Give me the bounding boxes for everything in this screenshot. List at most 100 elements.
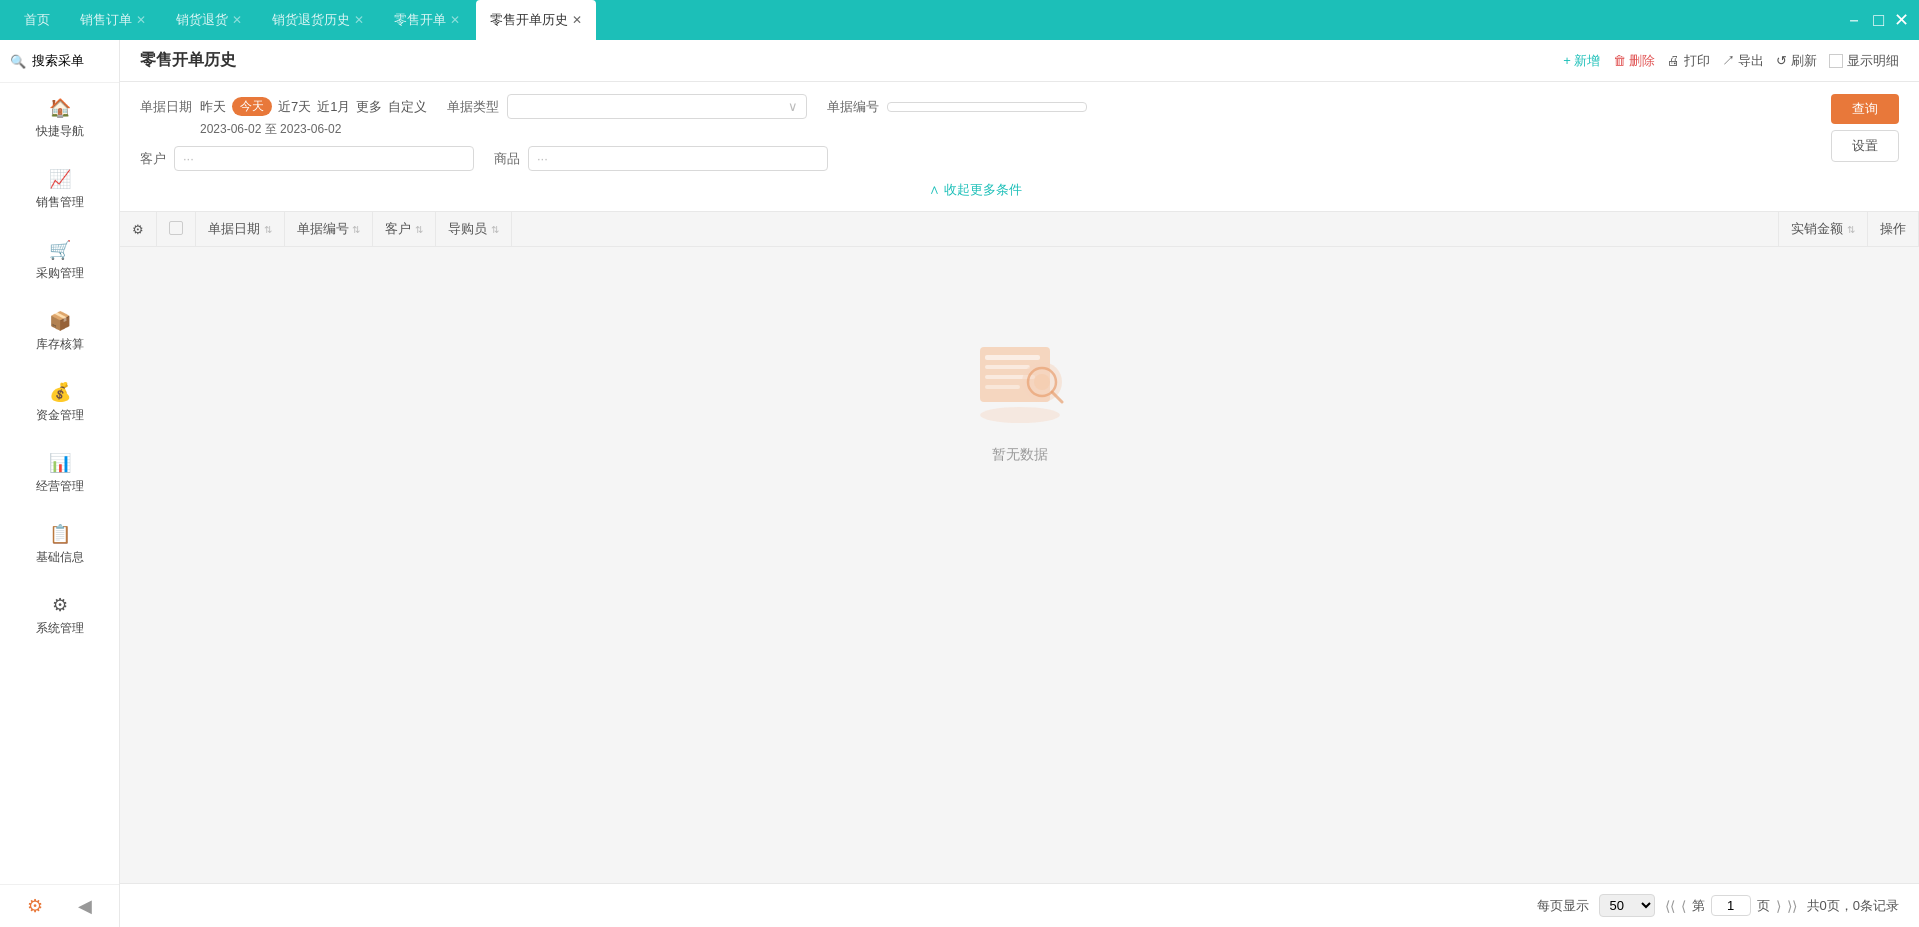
empty-illustration xyxy=(960,327,1080,430)
tab-sales-return-history-label: 销货退货历史 xyxy=(272,11,350,29)
date-opt-today[interactable]: 今天 xyxy=(232,97,272,116)
th-salesperson-label: 导购员 xyxy=(448,221,487,236)
tab-retail-open-close[interactable]: ✕ xyxy=(450,13,460,27)
th-date[interactable]: 单据日期 ⇅ xyxy=(196,212,285,247)
close-window-button[interactable]: ✕ xyxy=(1894,9,1909,31)
th-amount[interactable]: 实销金额 ⇅ xyxy=(1779,212,1868,247)
page-word: 第 xyxy=(1692,897,1705,915)
th-customer[interactable]: 客户 ⇅ xyxy=(373,212,436,247)
svg-rect-3 xyxy=(985,365,1030,369)
sidebar-item-purchase-label: 采购管理 xyxy=(36,265,84,282)
sidebar-search-label: 搜索采单 xyxy=(32,52,84,70)
date-opt-1month[interactable]: 近1月 xyxy=(317,98,350,116)
sidebar-item-purchase-mgmt[interactable]: 🛒 采购管理 xyxy=(0,225,119,296)
tab-sales-return-history[interactable]: 销货退货历史 ✕ xyxy=(258,0,378,40)
tab-retail-open[interactable]: 零售开单 ✕ xyxy=(380,0,474,40)
first-page-button[interactable]: ⟨⟨ xyxy=(1665,898,1675,914)
sidebar-item-operations[interactable]: 📊 经营管理 xyxy=(0,438,119,509)
system-icon: ⚙ xyxy=(52,594,68,616)
sidebar-item-finance[interactable]: 💰 资金管理 xyxy=(0,367,119,438)
th-checkbox[interactable] xyxy=(157,212,196,247)
page-header: 零售开单历史 + 新增 🗑 删除 🖨 打印 ↗ 导出 ↺ 刷新 显示明细 xyxy=(120,40,1919,82)
display-button[interactable]: 显示明细 xyxy=(1829,52,1899,70)
th-order-no-label: 单据编号 xyxy=(297,221,349,236)
header-actions: + 新增 🗑 删除 🖨 打印 ↗ 导出 ↺ 刷新 显示明细 xyxy=(1563,52,1899,70)
tab-retail-history-close[interactable]: ✕ xyxy=(572,13,582,27)
tab-sales-order[interactable]: 销售订单 ✕ xyxy=(66,0,160,40)
filter-actions: 查询 设置 xyxy=(1831,94,1899,162)
sidebar-item-system[interactable]: ⚙ 系统管理 xyxy=(0,580,119,651)
table-scroll-area[interactable]: ⚙ 单据日期 ⇅ 单据编号 ⇅ 客户 xyxy=(120,212,1919,883)
tab-retail-history[interactable]: 零售开单历史 ✕ xyxy=(476,0,596,40)
inventory-icon: 📦 xyxy=(49,310,71,332)
date-opt-more[interactable]: 更多 xyxy=(356,98,382,116)
svg-rect-2 xyxy=(985,355,1040,360)
display-checkbox[interactable] xyxy=(1829,54,1843,68)
date-range-display: 2023-06-02 至 2023-06-02 xyxy=(200,122,341,136)
sidebar-bottom: ⚙ ◀ xyxy=(0,884,119,927)
filter-row-1: 单据日期 昨天 今天 近7天 近1月 更多 自定义 单据类型 xyxy=(140,94,1811,119)
tab-retail-open-label: 零售开单 xyxy=(394,11,446,29)
goods-label: 商品 xyxy=(494,150,520,168)
finance-icon: 💰 xyxy=(49,381,71,403)
tab-sales-return[interactable]: 销货退货 ✕ xyxy=(162,0,256,40)
settings-icon[interactable]: ⚙ xyxy=(27,895,43,917)
date-opt-yesterday[interactable]: 昨天 xyxy=(200,98,226,116)
type-select[interactable]: ∨ xyxy=(507,94,807,119)
set-button[interactable]: 设置 xyxy=(1831,130,1899,162)
tab-list: 首页 销售订单 ✕ 销货退货 ✕ 销货退货历史 ✕ 零售开单 ✕ 零售开单历史 … xyxy=(10,0,1845,40)
home-icon: 🏠 xyxy=(49,97,71,119)
page-label-word: 页 xyxy=(1757,897,1770,915)
tab-retail-history-label: 零售开单历史 xyxy=(490,11,568,29)
goods-filter-group: 商品 ··· xyxy=(494,146,828,171)
date-filter-group: 单据日期 昨天 今天 近7天 近1月 更多 自定义 xyxy=(140,97,427,116)
sidebar-item-inventory[interactable]: 📦 库存核算 xyxy=(0,296,119,367)
per-page-select[interactable]: 50 10 20 100 xyxy=(1599,894,1655,917)
query-button[interactable]: 查询 xyxy=(1831,94,1899,124)
filter-row-2: 客户 ··· 商品 ··· xyxy=(140,146,1811,171)
collapse-button[interactable]: ∧ 收起更多条件 xyxy=(140,181,1811,199)
th-amount-label: 实销金额 xyxy=(1791,221,1843,236)
tab-sales-order-close[interactable]: ✕ xyxy=(136,13,146,27)
goods-input[interactable]: ··· xyxy=(528,146,828,171)
pagination: 每页显示 50 10 20 100 ⟨⟨ ⟨ 第 页 ⟩ ⟩⟩ 共0页，0条记录 xyxy=(120,883,1919,927)
sidebar-search[interactable]: 🔍 搜索采单 xyxy=(0,40,119,83)
tab-sales-return-history-close[interactable]: ✕ xyxy=(354,13,364,27)
th-salesperson-sort-icon: ⇅ xyxy=(491,224,499,235)
svg-point-0 xyxy=(980,407,1060,423)
th-order-no[interactable]: 单据编号 ⇅ xyxy=(284,212,373,247)
select-all-checkbox[interactable] xyxy=(169,221,183,235)
add-button[interactable]: + 新增 xyxy=(1563,52,1600,70)
sidebar-item-quick-nav[interactable]: 🏠 快捷导航 xyxy=(0,83,119,154)
order-no-filter-group: 单据编号 xyxy=(827,98,1087,116)
date-opt-custom[interactable]: 自定义 xyxy=(388,98,427,116)
page-number-input[interactable] xyxy=(1711,895,1751,916)
tab-home-label: 首页 xyxy=(24,11,50,29)
print-button[interactable]: 🖨 打印 xyxy=(1667,52,1710,70)
maximize-button[interactable]: □ xyxy=(1873,10,1884,31)
type-label: 单据类型 xyxy=(447,98,499,116)
next-page-button[interactable]: ⟩ xyxy=(1776,898,1781,914)
per-page-label: 每页显示 xyxy=(1537,897,1589,915)
minimize-button[interactable]: － xyxy=(1845,8,1863,32)
customer-input[interactable]: ··· xyxy=(174,146,474,171)
th-customer-sort-icon: ⇅ xyxy=(415,224,423,235)
sidebar-item-basic-info[interactable]: 📋 基础信息 xyxy=(0,509,119,580)
last-page-button[interactable]: ⟩⟩ xyxy=(1787,898,1797,914)
purchase-icon: 🛒 xyxy=(49,239,71,261)
th-action: 操作 xyxy=(1868,212,1919,247)
sidebar-item-sales-mgmt[interactable]: 📈 销售管理 xyxy=(0,154,119,225)
th-gear[interactable]: ⚙ xyxy=(120,212,157,247)
tab-sales-return-close[interactable]: ✕ xyxy=(232,13,242,27)
prev-page-button[interactable]: ⟨ xyxy=(1681,898,1686,914)
th-salesperson[interactable]: 导购员 ⇅ xyxy=(435,212,511,247)
date-opt-7days[interactable]: 近7天 xyxy=(278,98,311,116)
tab-home[interactable]: 首页 xyxy=(10,0,64,40)
export-button[interactable]: ↗ 导出 xyxy=(1722,52,1765,70)
th-middle-spacer xyxy=(511,212,1779,247)
sidebar-collapse-icon[interactable]: ◀ xyxy=(78,895,92,917)
order-no-input[interactable] xyxy=(887,102,1087,112)
delete-button[interactable]: 🗑 删除 xyxy=(1613,52,1656,70)
sidebar-item-operations-label: 经营管理 xyxy=(36,478,84,495)
refresh-button[interactable]: ↺ 刷新 xyxy=(1776,52,1817,70)
